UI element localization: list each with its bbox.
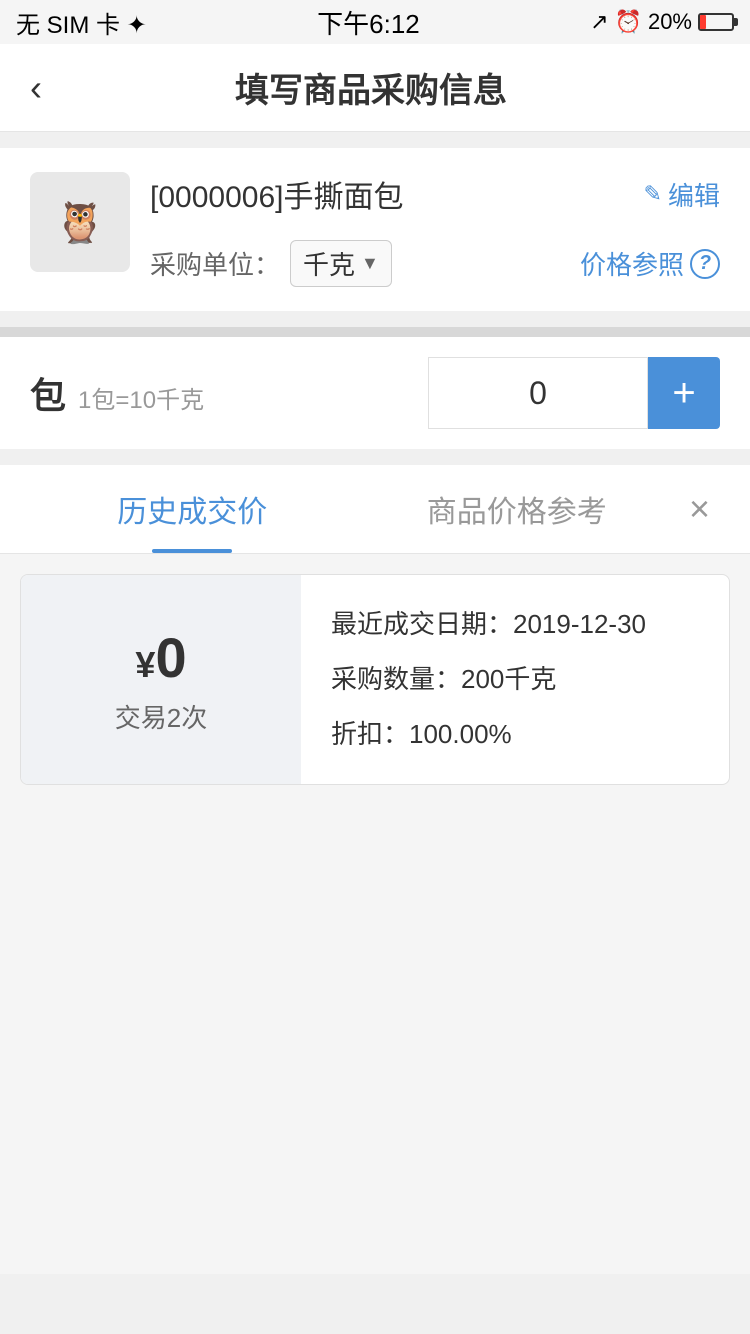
- tab-product-price-ref[interactable]: 商品价格参考: [354, 465, 678, 553]
- tab-history-price[interactable]: 历史成交价: [30, 465, 354, 553]
- status-right: ↗ ⏰ 20%: [590, 9, 734, 35]
- purchase-row: 采购单位： 千克 ▼ 价格参照 ?: [150, 240, 720, 287]
- price-ref-label: 价格参照: [580, 245, 684, 282]
- quantity-control: 0 +: [428, 357, 720, 429]
- unit-select[interactable]: 千克 ▼: [290, 240, 392, 287]
- tab-active-underline: [152, 549, 232, 553]
- quantity-value: 0: [529, 375, 547, 412]
- product-logo: 🦉: [30, 172, 130, 272]
- content-area: ¥0 交易2次 最近成交日期：2019-12-30 采购数量：200千克 折扣：…: [0, 574, 750, 1274]
- price-ref-help-icon: ?: [690, 249, 720, 279]
- price-card: ¥0 交易2次 最近成交日期：2019-12-30 采购数量：200千克 折扣：…: [20, 574, 730, 785]
- unit-conversion-text: 1包=10千克: [78, 380, 204, 415]
- nav-bar: ‹ 填写商品采购信息: [0, 44, 750, 132]
- tab-close-button[interactable]: ×: [679, 478, 720, 540]
- price-ref-button[interactable]: 价格参照 ?: [580, 245, 720, 282]
- unit-value: 千克: [303, 245, 355, 282]
- unit-conversion-bar: [0, 327, 750, 337]
- price-amount: ¥0: [135, 625, 186, 690]
- location-icon: ↗: [590, 9, 608, 35]
- currency-symbol: ¥: [135, 644, 155, 685]
- status-time: 下午6:12: [317, 4, 420, 41]
- purchase-unit-label: 采购单位：: [150, 245, 280, 282]
- product-top-row: [0000006]手撕面包 ✎ 编辑: [150, 172, 720, 216]
- edit-icon: ✎: [644, 181, 662, 207]
- quantity-section: 包 1包=10千克 0 +: [0, 337, 750, 449]
- price-value: 0: [155, 626, 186, 689]
- price-discount-value: 100.00%: [409, 719, 512, 749]
- price-quantity-row: 采购数量：200千克: [331, 660, 699, 699]
- battery-percent: 20%: [648, 9, 692, 35]
- back-button[interactable]: ‹: [30, 67, 62, 109]
- tab-product-price-ref-label: 商品价格参考: [427, 487, 607, 531]
- price-quantity-value: 200千克: [461, 664, 556, 694]
- edit-label: 编辑: [668, 176, 720, 213]
- product-info: [0000006]手撕面包 ✎ 编辑 采购单位： 千克 ▼ 价格参照 ?: [150, 172, 720, 287]
- price-date-label: 最近成交日期：: [331, 609, 513, 639]
- page-title: 填写商品采购信息: [62, 63, 680, 112]
- product-card: 🦉 [0000006]手撕面包 ✎ 编辑 采购单位： 千克 ▼: [0, 148, 750, 311]
- tabs-header: 历史成交价 商品价格参考 ×: [0, 465, 750, 554]
- price-date-value: 2019-12-30: [513, 609, 646, 639]
- logo-owl-icon: 🦉: [55, 199, 105, 246]
- product-name: [0000006]手撕面包: [150, 172, 403, 216]
- tab-history-price-label: 历史成交价: [117, 487, 267, 531]
- tabs-container: 历史成交价 商品价格参考 × ¥0 交易2次 最近成交日期：2019-12-30…: [0, 465, 750, 1274]
- status-left: 无 SIM 卡 ✦: [16, 5, 147, 40]
- unit-arrow-icon: ▼: [361, 253, 379, 274]
- price-trade-count: 交易2次: [115, 698, 207, 735]
- price-discount-label: 折扣：: [331, 719, 409, 749]
- quantity-label-group: 包 1包=10千克: [30, 367, 204, 419]
- quantity-plus-button[interactable]: +: [648, 357, 720, 429]
- price-quantity-label: 采购数量：: [331, 664, 461, 694]
- product-row: 🦉 [0000006]手撕面包 ✎ 编辑 采购单位： 千克 ▼: [30, 172, 720, 287]
- price-discount-row: 折扣：100.00%: [331, 715, 699, 754]
- quantity-input[interactable]: 0: [428, 357, 648, 429]
- unit-name: 包: [30, 367, 66, 419]
- status-bar: 无 SIM 卡 ✦ 下午6:12 ↗ ⏰ 20%: [0, 0, 750, 44]
- battery-icon: [698, 13, 734, 31]
- sim-status: 无 SIM 卡 ✦: [16, 5, 147, 40]
- alarm-icon: ⏰: [615, 9, 642, 35]
- edit-button[interactable]: ✎ 编辑: [644, 176, 720, 213]
- price-card-left: ¥0 交易2次: [21, 575, 301, 784]
- price-date-row: 最近成交日期：2019-12-30: [331, 605, 699, 644]
- price-card-right: 最近成交日期：2019-12-30 采购数量：200千克 折扣：100.00%: [301, 575, 729, 784]
